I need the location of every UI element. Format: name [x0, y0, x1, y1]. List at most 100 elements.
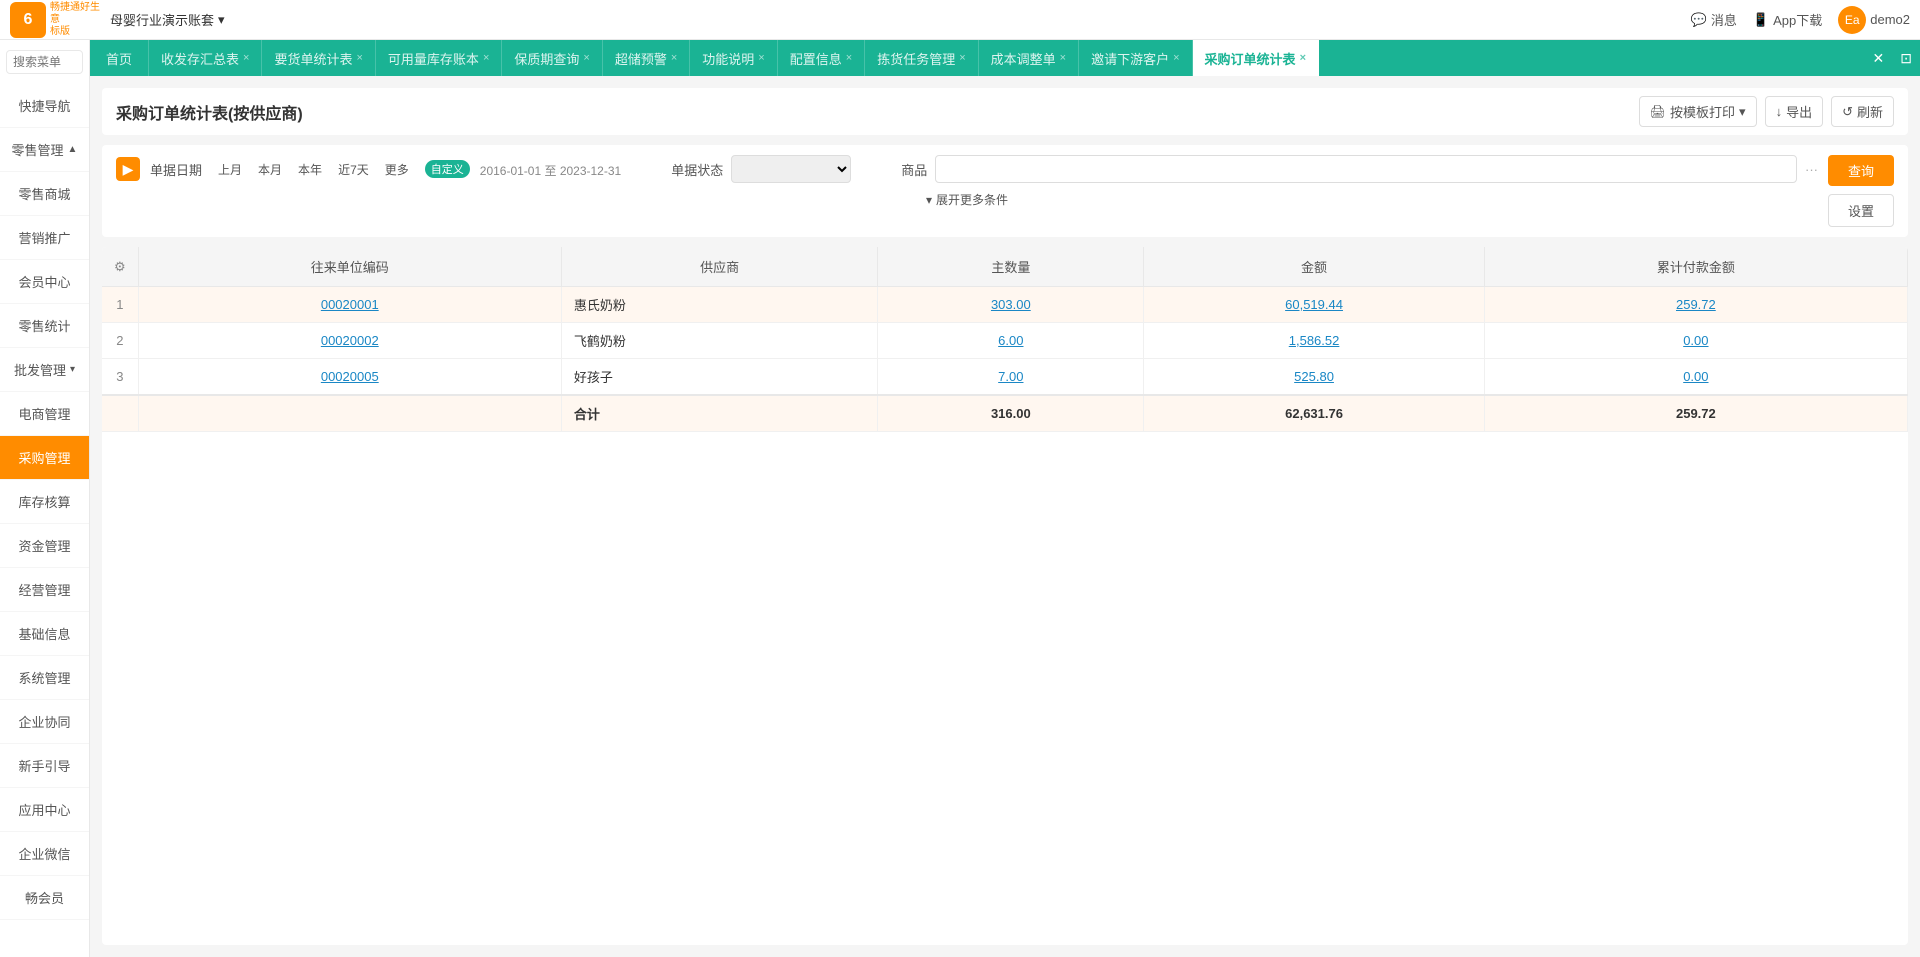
sidebar-item-quick-nav[interactable]: 快捷导航: [0, 84, 89, 128]
refresh-icon: ↺: [1842, 104, 1853, 120]
date-shortcut-this-year[interactable]: 本年: [292, 159, 328, 180]
close-icon[interactable]: ×: [1060, 52, 1066, 64]
tab-available-stock[interactable]: 可用量库存账本 ×: [376, 40, 502, 76]
td-code-2[interactable]: 00020002: [138, 323, 561, 359]
print-button[interactable]: 🖨 按模板打印 ▾: [1639, 96, 1757, 127]
sidebar-item-new-guide[interactable]: 新手引导: [0, 744, 89, 788]
tab-picking-task[interactable]: 拣货任务管理 ×: [865, 40, 978, 76]
sidebar-item-enterprise-wechat[interactable]: 企业微信: [0, 832, 89, 876]
refresh-button[interactable]: ↺ 刷新: [1831, 96, 1894, 127]
tab-cost-adjust[interactable]: 成本调整单 ×: [979, 40, 1079, 76]
close-icon[interactable]: ×: [846, 52, 852, 64]
sidebar-item-wholesale-mgmt[interactable]: 批发管理 ▾: [0, 348, 89, 392]
date-shortcut-this-month[interactable]: 本月: [252, 159, 288, 180]
dropdown-icon: ▾: [218, 12, 225, 28]
status-select[interactable]: [731, 155, 851, 183]
page-content: 采购订单统计表(按供应商) 🖨 按模板打印 ▾ ↓ 导出 ↺: [90, 76, 1920, 957]
filter-area: ▶ 单据日期 上月 本月 本年 近7天 更多 自定义 2: [102, 145, 1908, 237]
tab-receive-summary[interactable]: 收发存汇总表 ×: [149, 40, 262, 76]
tab-goods-summary[interactable]: 要货单统计表 ×: [262, 40, 375, 76]
td-paid-1[interactable]: 259.72: [1484, 287, 1907, 323]
tab-func-desc[interactable]: 功能说明 ×: [690, 40, 777, 76]
date-shortcuts: 上月 本月 本年 近7天 更多: [212, 159, 415, 180]
close-all-btn[interactable]: ✕: [1865, 40, 1893, 76]
sidebar-item-retail-stats[interactable]: 零售统计: [0, 304, 89, 348]
td-footer-amount: 62,631.76: [1144, 395, 1484, 432]
message-label: 消息: [1711, 10, 1737, 29]
tab-over-storage[interactable]: 超储预警 ×: [603, 40, 690, 76]
td-code-1[interactable]: 00020001: [138, 287, 561, 323]
user-profile[interactable]: Ea demo2: [1838, 6, 1910, 34]
td-amount-2[interactable]: 1,586.52: [1144, 323, 1484, 359]
dropdown-icon: ▾: [1739, 104, 1746, 120]
custom-date-badge: 自定义: [425, 160, 470, 178]
page-title: 采购订单统计表(按供应商): [116, 100, 303, 124]
date-shortcut-last-month[interactable]: 上月: [212, 159, 248, 180]
sidebar-item-member-center[interactable]: 会员中心: [0, 260, 89, 304]
tab-purchase-summary[interactable]: 采购订单统计表 ×: [1193, 40, 1319, 76]
app-download-label: App下载: [1773, 10, 1822, 29]
tab-expiry-query[interactable]: 保质期查询 ×: [502, 40, 602, 76]
table-container: ⚙ 往来单位编码 供应商 主数量 金额 累计付款金额 1: [102, 247, 1908, 945]
th-code: 往来单位编码: [138, 247, 561, 287]
tab-config-info[interactable]: 配置信息 ×: [778, 40, 865, 76]
app-download-btn[interactable]: 📱 App下载: [1753, 10, 1822, 29]
close-icon[interactable]: ×: [959, 52, 965, 64]
goods-more-icon[interactable]: ···: [1805, 162, 1818, 177]
close-icon[interactable]: ×: [356, 52, 362, 64]
data-table: ⚙ 往来单位编码 供应商 主数量 金额 累计付款金额 1: [102, 247, 1908, 432]
td-quantity-3[interactable]: 7.00: [878, 359, 1144, 396]
th-gear[interactable]: ⚙: [102, 247, 138, 287]
close-icon[interactable]: ×: [1173, 52, 1179, 64]
goods-input[interactable]: [935, 155, 1797, 183]
sidebar-item-inventory[interactable]: 库存核算: [0, 480, 89, 524]
workspace-name: 母婴行业演示账套: [110, 10, 214, 29]
sidebar-item-app-center[interactable]: 应用中心: [0, 788, 89, 832]
sidebar-item-basics[interactable]: 基础信息: [0, 612, 89, 656]
search-input[interactable]: [6, 50, 83, 74]
sidebar-item-operations[interactable]: 经营管理: [0, 568, 89, 612]
sidebar-item-enterprise[interactable]: 企业协同: [0, 700, 89, 744]
status-label: 单据状态: [671, 160, 723, 179]
close-icon[interactable]: ×: [243, 52, 249, 64]
sidebar-item-purchase-mgmt[interactable]: 采购管理: [0, 436, 89, 480]
sidebar-item-finance[interactable]: 资金管理: [0, 524, 89, 568]
td-paid-2[interactable]: 0.00: [1484, 323, 1907, 359]
sidebar-item-retail-store[interactable]: 零售商城: [0, 172, 89, 216]
sidebar-item-marketing[interactable]: 营销推广: [0, 216, 89, 260]
expand-more-btn[interactable]: ▾ 展开更多条件: [116, 191, 1818, 208]
td-paid-3[interactable]: 0.00: [1484, 359, 1907, 396]
export-button[interactable]: ↓ 导出: [1765, 96, 1824, 127]
close-icon[interactable]: ×: [671, 52, 677, 64]
td-amount-1[interactable]: 60,519.44: [1144, 287, 1484, 323]
close-icon[interactable]: ×: [483, 52, 489, 64]
message-btn[interactable]: 💬 消息: [1691, 10, 1737, 29]
sidebar-item-retail-mgmt[interactable]: 零售管理 ▲: [0, 128, 89, 172]
date-shortcut-7days[interactable]: 近7天: [332, 159, 375, 180]
td-amount-3[interactable]: 525.80: [1144, 359, 1484, 396]
filter-collapse-btn[interactable]: ▶: [116, 157, 140, 181]
chevron-down-icon: ▲: [68, 144, 78, 155]
sidebar-item-system[interactable]: 系统管理: [0, 656, 89, 700]
fullscreen-btn[interactable]: ⊡: [1892, 40, 1920, 76]
close-icon[interactable]: ×: [583, 52, 589, 64]
table-row: 2 00020002 飞鹤奶粉 6.00 1,586.52 0.00: [102, 323, 1908, 359]
workspace-selector[interactable]: 母婴行业演示账套 ▾: [110, 10, 229, 29]
logo-icon: 6: [10, 2, 46, 38]
user-name: demo2: [1870, 12, 1910, 27]
query-button[interactable]: 查询: [1828, 155, 1894, 186]
td-code-3[interactable]: 00020005: [138, 359, 561, 396]
tab-invite-customer[interactable]: 邀请下游客户 ×: [1079, 40, 1192, 76]
gear-icon[interactable]: ⚙: [114, 259, 126, 274]
close-icon[interactable]: ×: [1300, 52, 1306, 64]
table-row: 3 00020005 好孩子 7.00 525.80 0.00: [102, 359, 1908, 396]
td-quantity-2[interactable]: 6.00: [878, 323, 1144, 359]
sidebar-item-member-vip[interactable]: 畅会员: [0, 876, 89, 920]
nav-end-buttons: ✕ ⊡: [1865, 40, 1920, 76]
settings-button[interactable]: 设置: [1828, 194, 1894, 227]
td-quantity-1[interactable]: 303.00: [878, 287, 1144, 323]
sidebar-item-ecommerce[interactable]: 电商管理: [0, 392, 89, 436]
tab-home[interactable]: 首页: [90, 40, 149, 76]
date-shortcut-more[interactable]: 更多: [379, 159, 415, 180]
close-icon[interactable]: ×: [758, 52, 764, 64]
